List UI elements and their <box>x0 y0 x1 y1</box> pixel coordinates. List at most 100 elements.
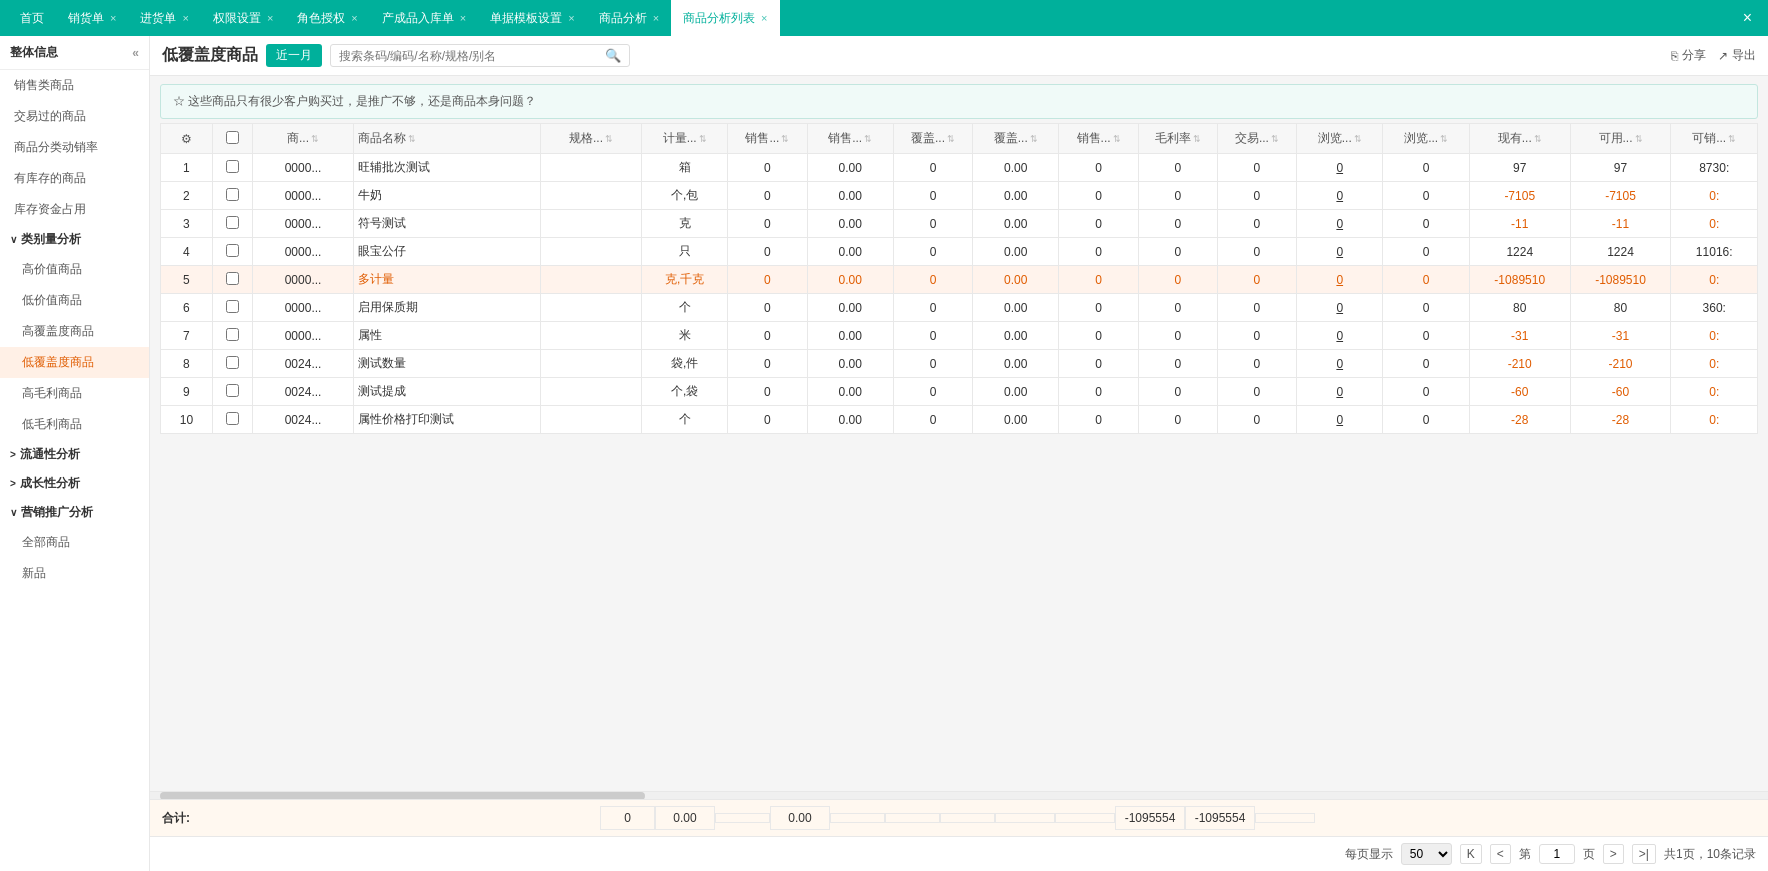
cell-checkbox[interactable] <box>212 406 252 434</box>
row-checkbox[interactable] <box>226 160 239 173</box>
cell-browse1[interactable]: 0 <box>1297 182 1383 210</box>
th-saleable[interactable]: 可销...⇅ <box>1671 124 1758 154</box>
close-product-analysis-icon[interactable]: × <box>653 12 659 24</box>
nav-permission-setting[interactable]: 权限设置 × <box>201 0 285 36</box>
row-checkbox[interactable] <box>226 328 239 341</box>
nav-product-instock[interactable]: 产成品入库单 × <box>370 0 478 36</box>
cell-browse1[interactable]: 0 <box>1297 322 1383 350</box>
sidebar-collapse-icon[interactable]: « <box>132 46 139 60</box>
cell-browse1[interactable]: 0 <box>1297 406 1383 434</box>
row-checkbox[interactable] <box>226 188 239 201</box>
th-name[interactable]: 商品名称⇅ <box>353 124 540 154</box>
nav-home[interactable]: 首页 <box>8 0 56 36</box>
th-cur-stock[interactable]: 现有...⇅ <box>1469 124 1570 154</box>
cell-browse1[interactable]: 0 <box>1297 238 1383 266</box>
nav-analysis-list[interactable]: 商品分析列表 × <box>671 0 779 36</box>
nav-template-setting[interactable]: 单据模板设置 × <box>478 0 586 36</box>
cell-browse1[interactable]: 0 <box>1297 350 1383 378</box>
sidebar-item-sales-goods[interactable]: 销售类商品 <box>0 70 149 101</box>
sidebar-item-stock-capital[interactable]: 库存资金占用 <box>0 194 149 225</box>
per-page-select[interactable]: 50 100 200 <box>1401 843 1452 865</box>
last-page-button[interactable]: >| <box>1632 844 1656 864</box>
cell-num: 10 <box>161 406 213 434</box>
close-permission-icon[interactable]: × <box>267 12 273 24</box>
horizontal-scrollbar[interactable] <box>150 791 1768 799</box>
th-gross[interactable]: 毛利率⇅ <box>1138 124 1217 154</box>
cell-checkbox[interactable] <box>212 322 252 350</box>
close-purchase-order-icon[interactable]: × <box>182 12 188 24</box>
cell-checkbox[interactable] <box>212 294 252 322</box>
sidebar-item-all-goods[interactable]: 全部商品 <box>0 527 149 558</box>
th-trans[interactable]: 交易...⇅ <box>1217 124 1296 154</box>
cell-browse1[interactable]: 0 <box>1297 266 1383 294</box>
close-sales-order-icon[interactable]: × <box>110 12 116 24</box>
close-template-icon[interactable]: × <box>568 12 574 24</box>
search-input[interactable] <box>339 49 605 63</box>
row-checkbox[interactable] <box>226 300 239 313</box>
th-browse1[interactable]: 浏览...⇅ <box>1297 124 1383 154</box>
nav-purchase-order[interactable]: 进货单 × <box>128 0 200 36</box>
row-checkbox[interactable] <box>226 216 239 229</box>
th-sales2[interactable]: 销售...⇅ <box>1059 124 1138 154</box>
sidebar-item-low-coverage[interactable]: 低覆盖度商品 <box>0 347 149 378</box>
th-spec[interactable]: 规格...⇅ <box>541 124 642 154</box>
cell-checkbox[interactable] <box>212 350 252 378</box>
cell-checkbox[interactable] <box>212 266 252 294</box>
sidebar-group-growth[interactable]: > 成长性分析 <box>0 469 149 498</box>
sidebar-item-traded-goods[interactable]: 交易过的商品 <box>0 101 149 132</box>
share-button[interactable]: ⎘ 分享 <box>1671 47 1706 64</box>
sidebar-group-circulation[interactable]: > 流通性分析 <box>0 440 149 469</box>
cell-checkbox[interactable] <box>212 238 252 266</box>
th-sales-qty[interactable]: 销售...⇅ <box>728 124 807 154</box>
row-checkbox[interactable] <box>226 356 239 369</box>
th-cover2[interactable]: 覆盖...⇅ <box>973 124 1059 154</box>
scrollbar-thumb[interactable] <box>160 792 645 799</box>
cell-browse1[interactable]: 0 <box>1297 294 1383 322</box>
select-all-checkbox[interactable] <box>226 131 239 144</box>
th-code[interactable]: 商...⇅ <box>253 124 354 154</box>
cell-checkbox[interactable] <box>212 210 252 238</box>
cell-browse1[interactable]: 0 <box>1297 154 1383 182</box>
cell-checkbox[interactable] <box>212 182 252 210</box>
cell-browse1[interactable]: 0 <box>1297 210 1383 238</box>
th-sales-amt[interactable]: 销售...⇅ <box>807 124 893 154</box>
sidebar-item-category-rate[interactable]: 商品分类动销率 <box>0 132 149 163</box>
th-cover1[interactable]: 覆盖...⇅ <box>893 124 972 154</box>
period-button[interactable]: 近一月 <box>266 44 322 67</box>
page-input[interactable] <box>1539 844 1575 864</box>
settings-icon[interactable]: ⚙ <box>181 132 192 146</box>
sidebar-group-category-analysis[interactable]: ∨ 类别量分析 <box>0 225 149 254</box>
sidebar-item-high-coverage[interactable]: 高覆盖度商品 <box>0 316 149 347</box>
cell-browse1[interactable]: 0 <box>1297 378 1383 406</box>
first-page-button[interactable]: K <box>1460 844 1482 864</box>
row-checkbox[interactable] <box>226 412 239 425</box>
prev-page-button[interactable]: < <box>1490 844 1511 864</box>
sidebar-group-marketing[interactable]: ∨ 营销推广分析 <box>0 498 149 527</box>
th-browse2[interactable]: 浏览...⇅ <box>1383 124 1469 154</box>
next-page-button[interactable]: > <box>1603 844 1624 864</box>
sidebar-item-high-value[interactable]: 高价值商品 <box>0 254 149 285</box>
cell-checkbox[interactable] <box>212 154 252 182</box>
th-unit[interactable]: 计量...⇅ <box>641 124 727 154</box>
close-role-auth-icon[interactable]: × <box>351 12 357 24</box>
sidebar-item-low-value[interactable]: 低价值商品 <box>0 285 149 316</box>
search-box[interactable]: 🔍 <box>330 44 630 67</box>
close-analysis-list-icon[interactable]: × <box>761 12 767 24</box>
th-avail[interactable]: 可用...⇅ <box>1570 124 1671 154</box>
row-checkbox[interactable] <box>226 244 239 257</box>
cell-checkbox[interactable] <box>212 378 252 406</box>
nav-sales-order[interactable]: 销货单 × <box>56 0 128 36</box>
row-checkbox[interactable] <box>226 272 239 285</box>
table-container[interactable]: ⚙ 商...⇅ 商品名称⇅ 规格...⇅ 计量...⇅ 销售...⇅ 销售...… <box>160 123 1758 791</box>
nav-product-analysis[interactable]: 商品分析 × <box>587 0 671 36</box>
nav-role-auth[interactable]: 角色授权 × <box>285 0 369 36</box>
row-checkbox[interactable] <box>226 384 239 397</box>
export-button[interactable]: ↗ 导出 <box>1718 47 1756 64</box>
sidebar-item-stock-goods[interactable]: 有库存的商品 <box>0 163 149 194</box>
close-product-instock-icon[interactable]: × <box>460 12 466 24</box>
window-close-button[interactable]: × <box>1735 9 1760 27</box>
sidebar-item-high-margin[interactable]: 高毛利商品 <box>0 378 149 409</box>
sidebar-item-low-margin[interactable]: 低毛利商品 <box>0 409 149 440</box>
cell-num: 5 <box>161 266 213 294</box>
sidebar-item-new-goods[interactable]: 新品 <box>0 558 149 589</box>
